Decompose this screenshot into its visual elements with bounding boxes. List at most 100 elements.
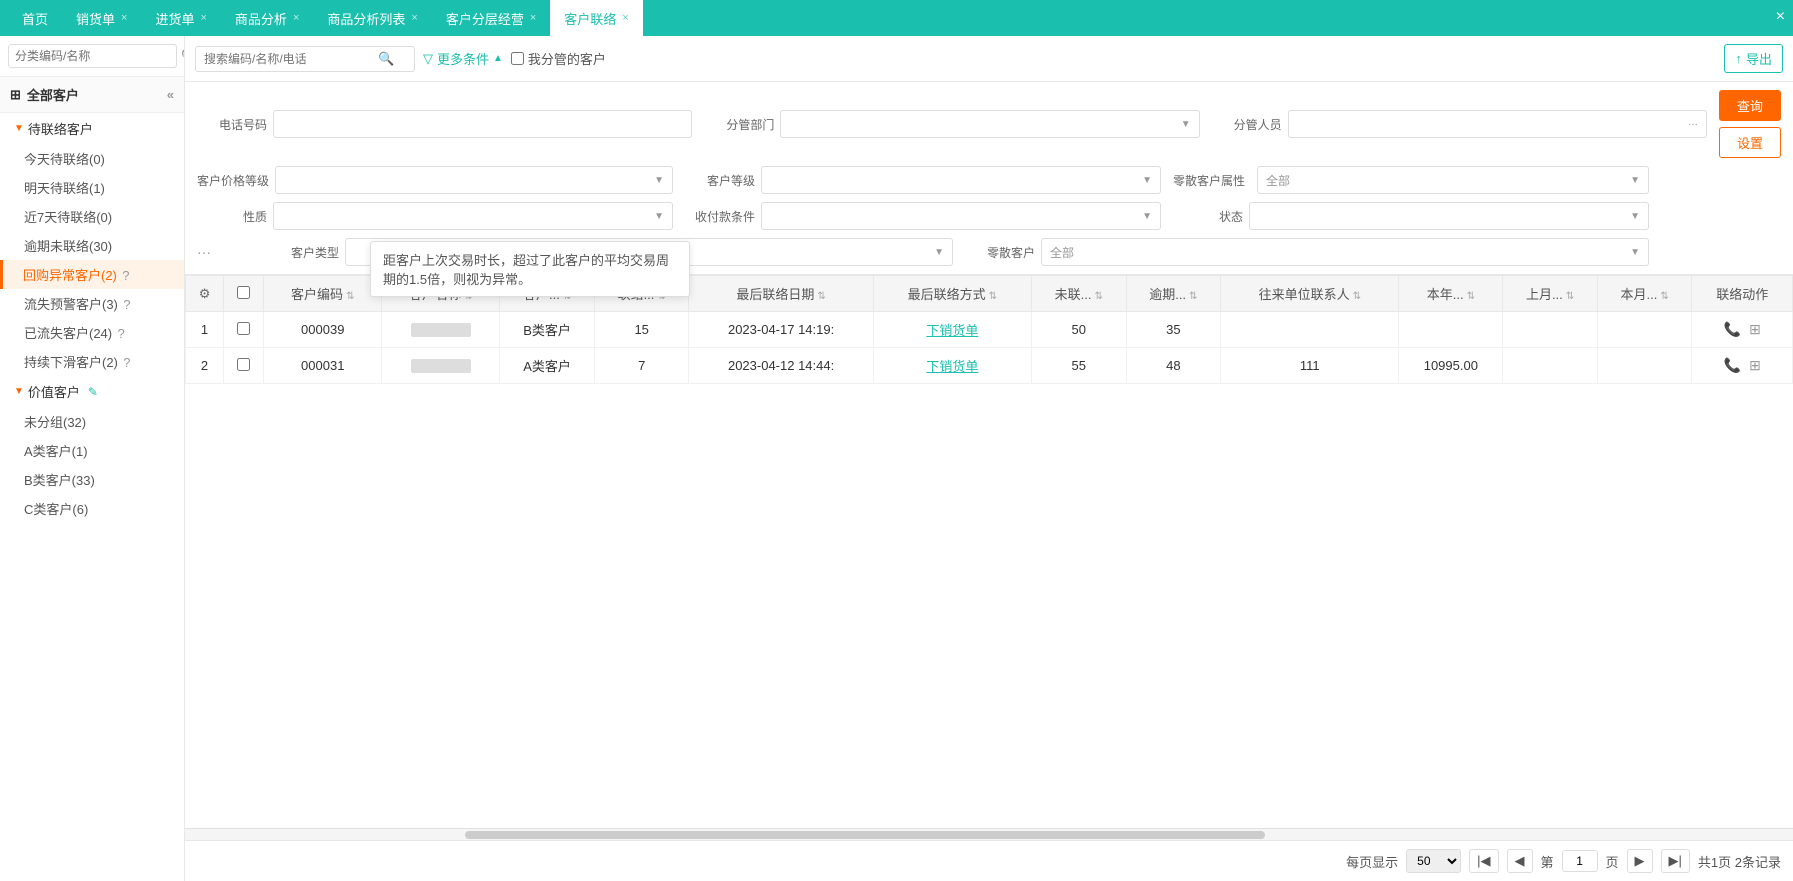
filter-nature-select[interactable]: ▼ [273,202,673,230]
td-checkbox-1[interactable] [224,348,264,384]
next-page-btn[interactable]: ▶ [1627,849,1653,873]
nav-product-analysis-close[interactable]: × [293,12,299,24]
last-method-link-1[interactable]: 下销货单 [926,359,978,374]
th-last-date[interactable]: 最后联络日期⇅ [689,276,873,312]
sidebar-item-today[interactable]: 今天待联络(0) [0,144,184,173]
filter-phone-input[interactable] [273,110,692,138]
nav-product-analysis[interactable]: 商品分析 × [221,0,313,36]
retail-attr-arrow-icon: ▼ [1630,175,1640,186]
toolbar-search-icon[interactable]: 🔍 [378,51,394,67]
td-level-1: A类客户 [500,348,595,384]
status-arrow-icon: ▼ [1630,211,1640,222]
window-close-button[interactable]: × [1776,8,1785,26]
nav-sales-close[interactable]: × [121,12,127,24]
nav-customer-tier-close[interactable]: × [530,12,536,24]
filter-dept-select[interactable]: ▼ [780,110,1199,138]
nav-product-analysis-list[interactable]: 商品分析列表 × [313,0,431,36]
action-more-icon-0[interactable]: ⊞ [1749,321,1761,338]
sidebar-item-overdue[interactable]: 逾期未联络(30) [0,231,184,260]
sidebar-item-declining[interactable]: 持续下滑客户(2) ? [0,347,184,376]
td-code-1: 000031 [264,348,382,384]
more-filter-btn[interactable]: ▽ 更多条件 ▲ [423,49,503,68]
sidebar-collapse-btn[interactable]: « [167,87,174,102]
nav-customer-contact[interactable]: 客户联络 × [550,0,642,36]
th-gear[interactable]: ⚙ [186,276,224,312]
th-uncontact[interactable]: 未联...⇅ [1031,276,1126,312]
td-last-method-1[interactable]: 下销货单 [873,348,1031,384]
pending-arrow-icon: ▼ [14,123,24,134]
th-checkbox [224,276,264,312]
filter-retail-attr-select[interactable]: 全部 ▼ [1257,166,1649,194]
th-unit-contacts[interactable]: 往来单位联系人⇅ [1221,276,1399,312]
th-overdue[interactable]: 逾期...⇅ [1126,276,1221,312]
horizontal-scrollbar[interactable] [185,828,1793,840]
sidebar-item-c-class[interactable]: C类客户(6) [0,494,184,523]
sidebar-value-group[interactable]: ▼ 价值客户 ✎ [0,376,184,407]
nav-purchase-close[interactable]: × [200,12,206,24]
toolbar-search-input[interactable] [204,52,374,66]
select-all-checkbox[interactable] [237,286,250,299]
filter-status-select[interactable]: ▼ [1249,202,1649,230]
th-code[interactable]: 客户编码⇅ [264,276,382,312]
sidebar-item-a-class[interactable]: A类客户(1) [0,436,184,465]
sidebar-item-repurchase-abnormal[interactable]: 回购异常客户(2) ? [0,260,184,289]
filter-person-select[interactable]: ··· [1288,110,1707,138]
filter-retail-customer-select[interactable]: 全部 ▼ [1041,238,1649,266]
sidebar-item-ungrouped[interactable]: 未分组(32) [0,407,184,436]
nav-sales[interactable]: 销货单 × [62,0,141,36]
first-page-btn[interactable]: |◀ [1469,849,1498,873]
sidebar-item-tomorrow[interactable]: 明天待联络(1) [0,173,184,202]
table-row: 2 000031 A类客户 7 2023-04-12 14:44: 下销货单 5… [186,348,1793,384]
nav-customer-contact-close[interactable]: × [622,12,628,24]
td-overdue-1: 48 [1126,348,1221,384]
td-checkbox-0[interactable] [224,312,264,348]
td-index-0: 1 [186,312,224,348]
gear-icon[interactable]: ⚙ [199,286,211,301]
action-phone-icon-1[interactable]: 📞 [1724,357,1741,374]
nav-customer-tier[interactable]: 客户分层经营 × [432,0,550,36]
last-page-btn[interactable]: ▶| [1661,849,1690,873]
sidebar-item-churned[interactable]: 已流失客户(24) ? [0,318,184,347]
row-checkbox-0[interactable] [237,322,250,335]
td-index-1: 2 [186,348,224,384]
person-arrow-icon: ··· [1688,119,1698,130]
sidebar-group-pending[interactable]: ▼ 待联络客户 [0,113,184,144]
my-customers-checkbox-area[interactable]: 我分管的客户 [511,49,606,68]
row-checkbox-1[interactable] [237,358,250,371]
last-method-link-0[interactable]: 下销货单 [926,323,978,338]
td-last-date-1: 2023-04-12 14:44: [689,348,873,384]
prev-page-btn[interactable]: ◀ [1507,849,1533,873]
action-phone-icon-0[interactable]: 📞 [1724,321,1741,338]
query-button[interactable]: 查询 [1719,90,1781,121]
my-customers-checkbox[interactable] [511,52,524,65]
sidebar-item-b-class[interactable]: B类客户(33) [0,465,184,494]
sidebar-item-churn-warning[interactable]: 流失预警客户(3) ? [0,289,184,318]
sidebar-search-input[interactable] [8,44,177,68]
sort-icon-uncontact: ⇅ [1094,291,1102,302]
sidebar-all-customers-header[interactable]: ⊞ 全部客户 « [0,77,184,113]
export-icon: ↑ [1735,51,1742,66]
edit-icon[interactable]: ✎ [88,385,98,399]
nav-home[interactable]: 首页 [8,0,62,36]
filter-customer-level-select[interactable]: ▼ [761,166,1161,194]
th-this-month[interactable]: 本月...⇅ [1597,276,1692,312]
action-more-icon-1[interactable]: ⊞ [1749,357,1761,374]
per-page-select[interactable]: 50 100 200 [1406,849,1461,873]
action-icons-0: 📞 ⊞ [1698,321,1786,338]
more-filter-arrow: ▲ [493,53,503,64]
filter-payment-select[interactable]: ▼ [761,202,1161,230]
th-last-month[interactable]: 上月...⇅ [1503,276,1598,312]
th-last-method[interactable]: 最后联络方式⇅ [873,276,1031,312]
nav-purchase[interactable]: 进货单 × [141,0,220,36]
nav-product-analysis-list-close[interactable]: × [411,12,417,24]
settings-button[interactable]: 设置 [1719,127,1781,158]
sidebar-item-week[interactable]: 近7天待联络(0) [0,202,184,231]
td-last-method-0[interactable]: 下销货单 [873,312,1031,348]
page-number-input[interactable] [1562,850,1598,872]
dots-button[interactable]: ··· [197,244,211,260]
th-this-year[interactable]: 本年...⇅ [1399,276,1503,312]
scrollbar-thumb[interactable] [465,831,1265,839]
td-unit-contacts-0 [1221,312,1399,348]
filter-price-level-select[interactable]: ▼ [275,166,673,194]
export-button[interactable]: ↑ 导出 [1724,44,1783,73]
